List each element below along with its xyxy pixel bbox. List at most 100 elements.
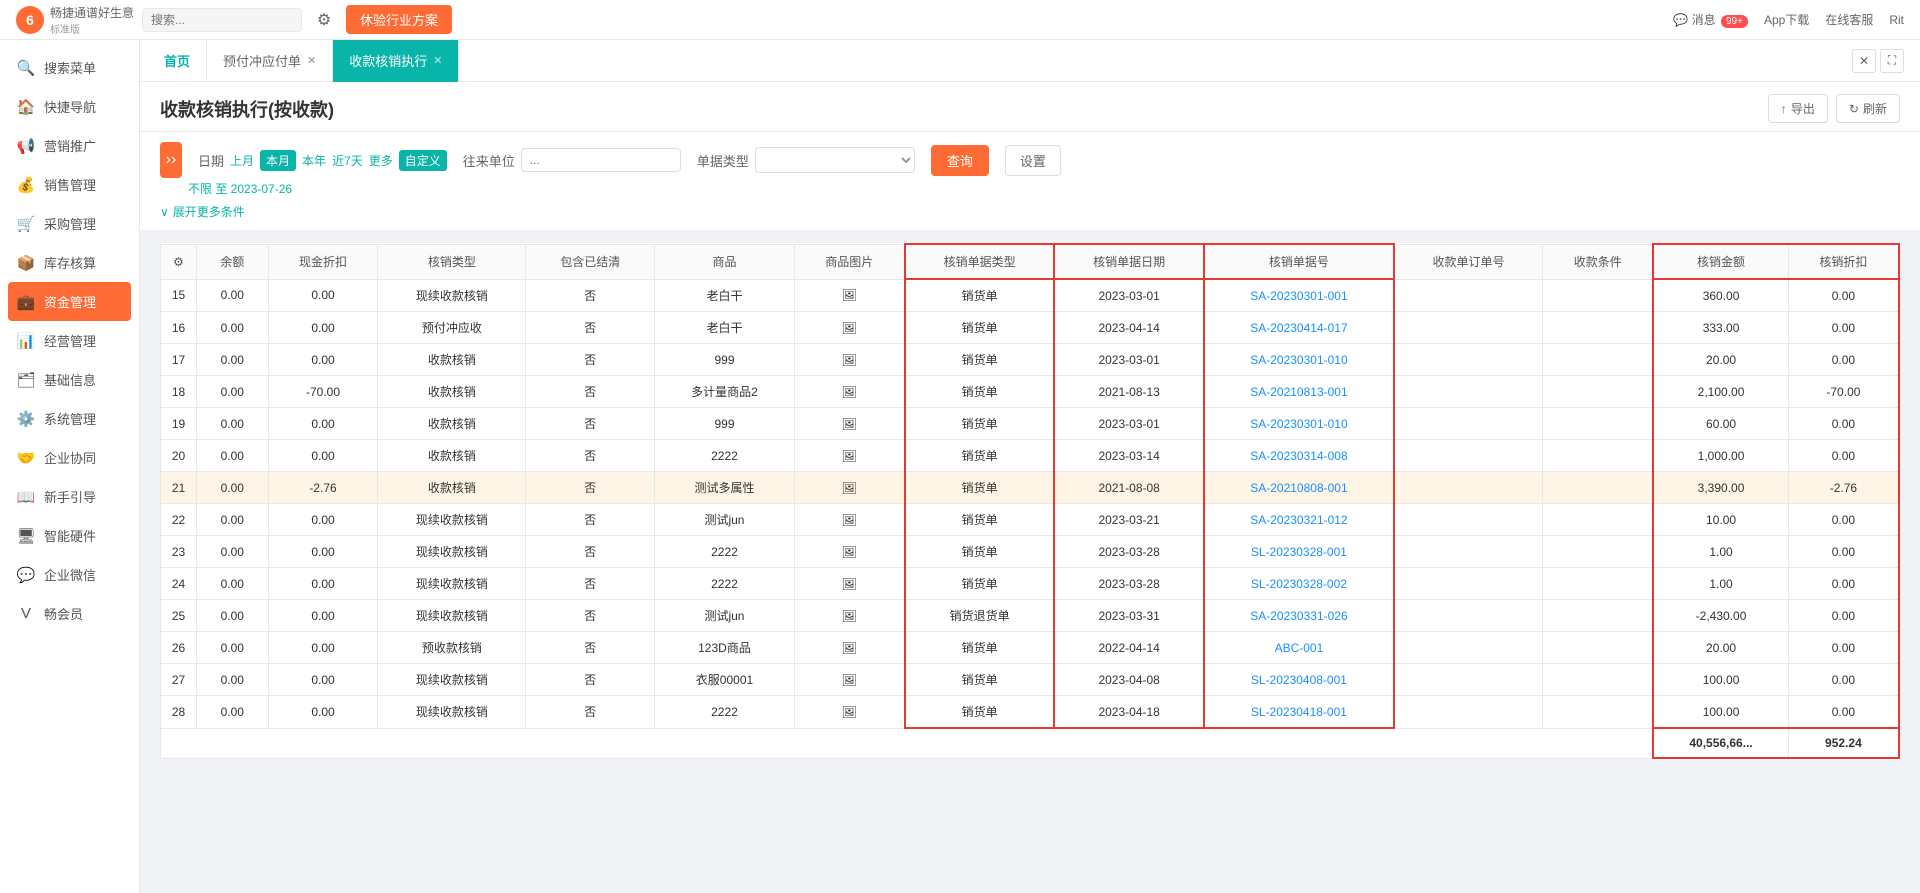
- row-goods-img: 🖼: [794, 408, 905, 440]
- row-verify-doc-no[interactable]: SA-20230301-010: [1204, 344, 1394, 376]
- export-button[interactable]: ↑ 导出: [1768, 94, 1828, 123]
- last-month-link[interactable]: 上月: [230, 152, 254, 169]
- export-icon: ↑: [1781, 102, 1787, 116]
- tab-home[interactable]: 首页: [148, 40, 207, 82]
- table-container[interactable]: ⚙ 余额 现金折扣 核销类型 包含已结清 商品 商品图片 核销单据类型 核销单据…: [140, 231, 1920, 893]
- row-receipt-order-no: [1394, 440, 1543, 472]
- sidebar-item-inventory[interactable]: 📦 库存核算: [0, 243, 139, 282]
- row-verify-type: 收款核销: [378, 376, 526, 408]
- sidebar-item-wechat[interactable]: 💬 企业微信: [0, 555, 139, 594]
- filter-collapse-button[interactable]: ››: [160, 142, 182, 178]
- row-verify-doc-no[interactable]: SL-20230328-002: [1204, 568, 1394, 600]
- sidebar-item-hardware[interactable]: 🖥 智能硬件: [0, 516, 139, 555]
- row-verify-doc-no[interactable]: SL-20230418-001: [1204, 696, 1394, 729]
- row-verify-discount: 0.00: [1788, 568, 1899, 600]
- app-download-link[interactable]: App下载: [1764, 11, 1809, 28]
- sidebar-item-basic[interactable]: 🗂 基础信息: [0, 360, 139, 399]
- sidebar-item-finance[interactable]: 💼 资金管理: [8, 282, 131, 321]
- tab-receipt-close[interactable]: ✕: [433, 54, 442, 67]
- row-receipt-order-no: [1394, 632, 1543, 664]
- row-verify-doc-date: 2023-04-08: [1054, 664, 1204, 696]
- tab-prepay-close[interactable]: ✕: [307, 54, 316, 67]
- row-verify-doc-no[interactable]: SA-20230301-010: [1204, 408, 1394, 440]
- page-actions: ↑ 导出 ↻ 刷新: [1768, 94, 1900, 123]
- settings-button[interactable]: 设置: [1005, 145, 1061, 176]
- row-verify-doc-no[interactable]: SA-20230414-017: [1204, 312, 1394, 344]
- sidebar-label-enterprise: 企业协同: [44, 448, 96, 467]
- online-service-link[interactable]: 在线客服: [1825, 11, 1873, 28]
- row-verify-doc-date: 2023-03-01: [1054, 279, 1204, 312]
- tab-receipt[interactable]: 收款核销执行 ✕: [333, 40, 459, 82]
- row-verify-doc-type: 销货单: [905, 536, 1055, 568]
- tab-prepay-label: 预付冲应付单: [223, 51, 301, 70]
- row-receipt-order-no: [1394, 600, 1543, 632]
- row-verify-discount: -70.00: [1788, 376, 1899, 408]
- row-balance: 0.00: [197, 664, 269, 696]
- row-cash-discount: 0.00: [268, 344, 378, 376]
- col-header-receipt-condition: 收款条件: [1543, 244, 1654, 279]
- row-verify-doc-type: 销货单: [905, 408, 1055, 440]
- row-no: 27: [161, 664, 197, 696]
- row-verify-doc-no[interactable]: SL-20230328-001: [1204, 536, 1394, 568]
- row-verify-amount: 1.00: [1653, 536, 1788, 568]
- row-receipt-condition: [1543, 600, 1654, 632]
- search-input[interactable]: [142, 8, 302, 32]
- table-row: 280.000.00现续收款核销否2222🖼销货单2023-04-18SL-20…: [161, 696, 1900, 729]
- page-header: 收款核销执行(按收款) ↑ 导出 ↻ 刷新: [140, 82, 1920, 132]
- this-year-link[interactable]: 本年: [302, 152, 326, 169]
- sidebar-item-search[interactable]: 🔍 搜索菜单: [0, 48, 139, 87]
- row-balance: 0.00: [197, 279, 269, 312]
- row-verify-doc-no[interactable]: ABC-001: [1204, 632, 1394, 664]
- custom-link[interactable]: 自定义: [399, 150, 447, 171]
- row-no: 24: [161, 568, 197, 600]
- tab-prepay[interactable]: 预付冲应付单 ✕: [207, 40, 333, 82]
- last7days-link[interactable]: 近7天: [332, 152, 363, 169]
- search-icon: 🔍: [16, 59, 36, 77]
- industry-button[interactable]: 休验行业方案: [346, 5, 452, 34]
- this-month-link[interactable]: 本月: [260, 150, 296, 171]
- filter-doc-type: 单据类型: [697, 147, 915, 173]
- logo-icon: 6: [16, 6, 44, 34]
- sidebar-item-member[interactable]: V 畅会员: [0, 594, 139, 633]
- sidebar-item-shortcut[interactable]: 🏠 快捷导航: [0, 87, 139, 126]
- doc-type-select[interactable]: [755, 147, 915, 173]
- sidebar-item-enterprise[interactable]: 🤝 企业协同: [0, 438, 139, 477]
- sidebar-item-sales[interactable]: 💰 销售管理: [0, 165, 139, 204]
- tab-close-all-button[interactable]: ✕: [1852, 49, 1876, 73]
- row-verify-doc-no[interactable]: SA-20230331-026: [1204, 600, 1394, 632]
- row-receipt-order-no: [1394, 312, 1543, 344]
- refresh-button[interactable]: ↻ 刷新: [1836, 94, 1900, 123]
- row-include-settled: 否: [526, 600, 655, 632]
- sidebar-item-operation[interactable]: 📊 经营管理: [0, 321, 139, 360]
- more-link[interactable]: 更多: [369, 152, 393, 169]
- expand-conditions-button[interactable]: ∨ 展开更多条件: [160, 203, 1900, 220]
- sidebar-item-system[interactable]: ⚙️ 系统管理: [0, 399, 139, 438]
- row-verify-type: 收款核销: [378, 472, 526, 504]
- row-verify-doc-no[interactable]: SA-20230301-001: [1204, 279, 1394, 312]
- row-verify-amount: 20.00: [1653, 632, 1788, 664]
- row-verify-doc-no[interactable]: SA-20230314-008: [1204, 440, 1394, 472]
- tab-fullscreen-button[interactable]: ⛶: [1880, 49, 1904, 73]
- row-verify-doc-date: 2023-03-28: [1054, 568, 1204, 600]
- date-range-text: 不限 至 2023-07-26: [188, 182, 292, 196]
- table-row: 210.00-2.76收款核销否测试多属性🖼销货单2021-08-08SA-20…: [161, 472, 1900, 504]
- row-verify-doc-no[interactable]: SA-20210813-001: [1204, 376, 1394, 408]
- row-balance: 0.00: [197, 472, 269, 504]
- messages-link[interactable]: 💬 消息 99+: [1673, 11, 1748, 28]
- sidebar-item-guide[interactable]: 📖 新手引导: [0, 477, 139, 516]
- row-verify-doc-no[interactable]: SA-20230321-012: [1204, 504, 1394, 536]
- footer-verify-amount: 40,556,66...: [1653, 728, 1788, 758]
- gear-button[interactable]: ⚙: [310, 6, 338, 34]
- counterpart-input[interactable]: [521, 148, 681, 172]
- page-title: 收款核销执行(按收款): [160, 96, 334, 122]
- query-button[interactable]: 查询: [931, 145, 989, 176]
- row-verify-doc-no[interactable]: SA-20210808-001: [1204, 472, 1394, 504]
- row-goods-img: 🖼: [794, 344, 905, 376]
- row-verify-doc-no[interactable]: SL-20230408-001: [1204, 664, 1394, 696]
- row-verify-doc-type: 销货单: [905, 696, 1055, 729]
- row-receipt-condition: [1543, 312, 1654, 344]
- sidebar-item-marketing[interactable]: 📢 营销推广: [0, 126, 139, 165]
- row-verify-type: 现续收款核销: [378, 568, 526, 600]
- col-header-gear[interactable]: ⚙: [161, 244, 197, 279]
- sidebar-item-purchase[interactable]: 🛒 采购管理: [0, 204, 139, 243]
